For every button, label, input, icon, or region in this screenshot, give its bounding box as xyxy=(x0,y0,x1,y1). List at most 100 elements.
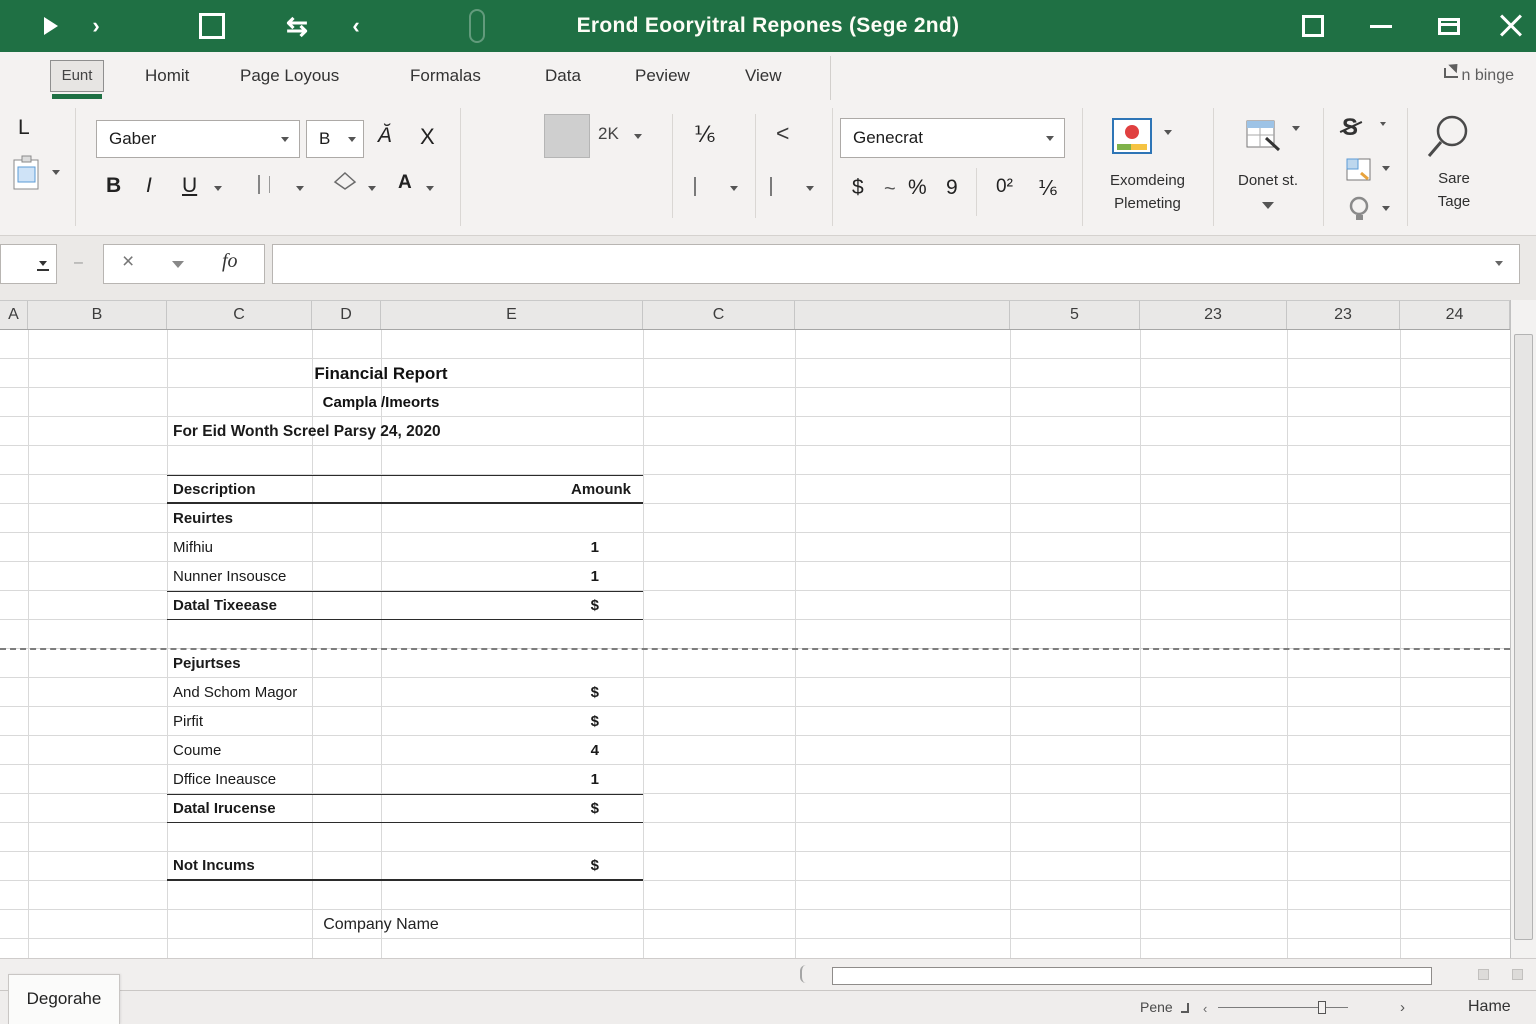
table-row[interactable]: And Schom Magor $ xyxy=(167,678,643,707)
hscroll-button-2[interactable] xyxy=(1512,969,1523,980)
col-header-23b[interactable]: 23 xyxy=(1287,301,1400,329)
vertical-scrollbar[interactable] xyxy=(1510,300,1536,958)
table-row[interactable]: Nunner Insousce 1 xyxy=(167,562,643,591)
view-mode-label[interactable]: Hame xyxy=(1468,998,1511,1016)
table-row[interactable]: Dffice Ineausce 1 xyxy=(167,765,643,794)
autosum-dropdown[interactable] xyxy=(1380,122,1386,126)
font-size-combo[interactable]: B xyxy=(306,120,364,158)
borders-dropdown[interactable] xyxy=(296,186,304,191)
col-header-e[interactable]: E xyxy=(381,301,643,329)
format-as-table-chevron[interactable] xyxy=(1262,202,1274,209)
col-header-blank[interactable] xyxy=(795,301,1010,329)
insert-function-icon[interactable]: fo xyxy=(222,250,238,273)
insert-cells-icon[interactable] xyxy=(1346,158,1372,187)
wrap-text-icon[interactable]: ⅙ xyxy=(694,122,715,148)
report-period[interactable]: For Eid Wonth Screel Parsy 24, 2020 xyxy=(167,417,643,446)
grow-font-icon[interactable]: Ă xyxy=(378,124,392,148)
col-header-d[interactable]: D xyxy=(312,301,381,329)
lightbulb-icon[interactable] xyxy=(1348,196,1370,229)
orientation-dropdown[interactable] xyxy=(634,134,642,139)
cancel-icon[interactable]: × xyxy=(122,250,134,274)
sheet-tab[interactable]: Degorahe xyxy=(8,974,120,1024)
percent-format-icon[interactable]: % xyxy=(908,176,927,200)
table-header-row[interactable]: Description Amounk xyxy=(167,475,643,504)
hscroll-button-1[interactable] xyxy=(1478,969,1489,980)
table-row[interactable]: Pirfit $ xyxy=(167,707,643,736)
accounting-format-icon[interactable]: ~ xyxy=(884,178,896,201)
tab-data[interactable]: Data xyxy=(545,52,581,100)
report-title[interactable]: Financial Report xyxy=(167,359,595,388)
format-as-table-dropdown[interactable] xyxy=(1292,126,1300,131)
fill-color-icon[interactable] xyxy=(332,171,358,195)
conditional-formatting-icon[interactable] xyxy=(1112,118,1152,159)
insert-cells-dropdown[interactable] xyxy=(1382,166,1390,171)
merge-across-dropdown[interactable] xyxy=(806,186,814,191)
orientation-icon[interactable]: 2K xyxy=(598,124,619,144)
merge-center-icon[interactable] xyxy=(694,177,696,196)
col-header-a[interactable]: A xyxy=(0,301,28,329)
table-row[interactable]: Mifhiu 1 xyxy=(167,533,643,562)
page-layout-label[interactable]: Pene xyxy=(1140,999,1189,1015)
font-color-icon[interactable]: A xyxy=(398,172,412,194)
col-header-23a[interactable]: 23 xyxy=(1140,301,1287,329)
lightbulb-dropdown[interactable] xyxy=(1382,206,1390,211)
search-icon[interactable] xyxy=(1424,112,1474,167)
table-row[interactable]: Coume 4 xyxy=(167,736,643,765)
merge-center-dropdown[interactable] xyxy=(730,186,738,191)
decrease-decimal-icon[interactable]: ⅙ xyxy=(1038,176,1057,201)
paste-icon[interactable] xyxy=(10,154,46,197)
tab-review[interactable]: Peview xyxy=(635,52,690,100)
col-header-5[interactable]: 5 xyxy=(1010,301,1140,329)
paste-dropdown[interactable] xyxy=(52,170,60,175)
shrink-font-icon[interactable]: X xyxy=(420,124,435,150)
tab-home[interactable]: Homit xyxy=(145,52,189,100)
bold-button[interactable]: B xyxy=(106,174,121,198)
table-row[interactable]: Pejurtses xyxy=(167,649,643,678)
table-row[interactable]: Reuirtes xyxy=(167,504,643,533)
tab-file[interactable]: Eunt xyxy=(50,60,104,92)
font-name-combo[interactable]: Gaber xyxy=(96,120,300,158)
company-name-cell[interactable]: Company Name xyxy=(167,910,595,939)
window-extra-button[interactable] xyxy=(1290,0,1336,52)
comma-format-icon[interactable]: 9 xyxy=(946,176,958,200)
italic-button[interactable]: I xyxy=(146,174,152,198)
conditional-formatting-label-1[interactable]: Exomdeing xyxy=(1085,172,1210,189)
vertical-scrollbar-thumb[interactable] xyxy=(1514,334,1533,940)
fill-color-dropdown[interactable] xyxy=(368,186,376,191)
find-label-1[interactable]: Sare xyxy=(1408,170,1500,187)
conditional-formatting-label-2[interactable]: Plemeting xyxy=(1085,195,1210,212)
zoom-slider-thumb[interactable] xyxy=(1318,1001,1326,1014)
merge-across-icon[interactable] xyxy=(770,177,772,196)
increase-decimal-icon[interactable]: 0² xyxy=(996,176,1013,198)
enter-icon[interactable] xyxy=(172,261,184,268)
share-button[interactable]: n binge xyxy=(1443,52,1514,100)
tab-page-layout[interactable]: Page Loyous xyxy=(240,52,339,100)
formula-expand-icon[interactable] xyxy=(1495,261,1503,266)
close-button[interactable] xyxy=(1488,0,1534,52)
col-header-c[interactable]: C xyxy=(167,301,312,329)
formula-input[interactable] xyxy=(272,244,1520,284)
report-subtitle[interactable]: Campla /Imeorts xyxy=(167,388,595,417)
name-box[interactable] xyxy=(0,244,57,284)
number-format-combo[interactable]: Genecrat xyxy=(840,118,1065,158)
zoom-in-icon[interactable]: › xyxy=(1400,999,1405,1016)
indent-icon[interactable]: < xyxy=(776,120,789,147)
borders-icon[interactable] xyxy=(258,175,270,194)
col-header-24[interactable]: 24 xyxy=(1400,301,1510,329)
minimize-button[interactable] xyxy=(1358,0,1404,52)
formula-split-handle[interactable]: – xyxy=(74,254,83,272)
currency-format-icon[interactable]: $ xyxy=(852,176,864,200)
table-total-row[interactable]: Datal Tixeease $ xyxy=(167,591,643,620)
maximize-button[interactable] xyxy=(1426,0,1472,52)
horizontal-scrollbar[interactable] xyxy=(832,967,1432,985)
spreadsheet-grid[interactable]: Financial Report Campla /Imeorts For Eid… xyxy=(0,330,1510,958)
format-as-table-icon[interactable] xyxy=(1244,116,1282,159)
format-as-table-label[interactable]: Donet st. xyxy=(1215,172,1321,189)
tab-view[interactable]: View xyxy=(745,52,782,100)
underline-dropdown[interactable] xyxy=(214,186,222,191)
font-color-dropdown[interactable] xyxy=(426,186,434,191)
underline-button[interactable]: U xyxy=(182,174,197,198)
col-header-b[interactable]: B xyxy=(28,301,167,329)
zoom-out-icon[interactable]: ‹ xyxy=(1203,1001,1207,1016)
find-label-2[interactable]: Tage xyxy=(1408,193,1500,210)
